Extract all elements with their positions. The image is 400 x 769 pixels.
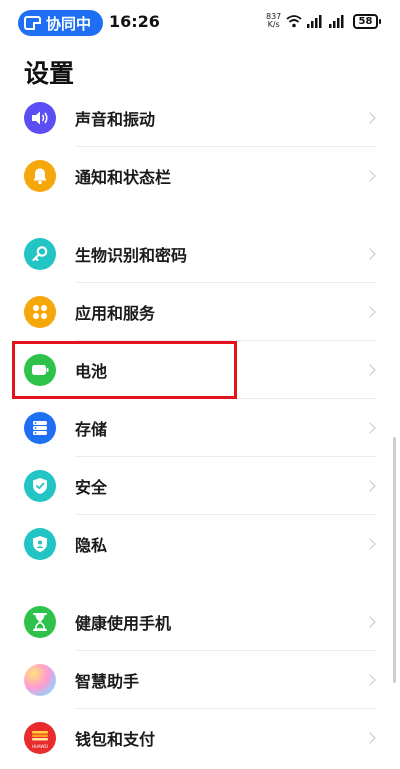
cast-icon [24, 16, 41, 30]
settings-item-biometrics-password[interactable]: 生物识别和密码 [0, 225, 400, 283]
shield-lock-icon [24, 528, 56, 560]
settings-item-sound-vibration[interactable]: 声音和振动 [0, 89, 400, 147]
chevron-right-icon [364, 170, 376, 182]
storage-icon [24, 412, 56, 444]
battery-indicator: 58 [353, 14, 381, 29]
settings-item-security[interactable]: 安全 [0, 457, 400, 515]
signal-icon [307, 15, 322, 28]
apps-grid-icon [24, 296, 56, 328]
wallet-icon: HUAWEI [24, 722, 56, 754]
scrollbar[interactable] [393, 437, 396, 683]
page-title: 设置 [24, 59, 75, 88]
chevron-right-icon [364, 538, 376, 550]
settings-item-apps-services[interactable]: 应用和服务 [0, 283, 400, 341]
highlight-box [12, 341, 237, 399]
hourglass-icon [24, 606, 56, 638]
settings-item-digital-balance[interactable]: 健康使用手机 [0, 593, 400, 651]
chevron-right-icon [364, 112, 376, 124]
settings-item-notifications[interactable]: 通知和状态栏 [0, 147, 400, 205]
settings-item-wallet-payment[interactable]: HUAWEI 钱包和支付 [0, 709, 400, 767]
status-time: 16:26 [109, 12, 160, 31]
settings-item-label: 应用和服务 [75, 304, 156, 323]
chevron-right-icon [364, 364, 376, 376]
collaboration-label: 协同中 [46, 14, 92, 33]
chevron-right-icon [364, 480, 376, 492]
chevron-right-icon [364, 616, 376, 628]
settings-item-label: 安全 [75, 478, 108, 497]
wifi-icon [286, 15, 302, 28]
settings-item-label: 钱包和支付 [75, 730, 156, 749]
chevron-right-icon [364, 422, 376, 434]
status-bar: 协同中 16:26 837 K/s 58 [0, 0, 400, 46]
settings-item-label: 通知和状态栏 [75, 168, 172, 187]
chevron-right-icon [364, 674, 376, 686]
key-icon [24, 238, 56, 270]
bell-icon [24, 160, 56, 192]
settings-item-storage[interactable]: 存储 [0, 399, 400, 457]
settings-item-label: 存储 [75, 420, 108, 439]
settings-item-smart-assistant[interactable]: 智慧助手 [0, 651, 400, 709]
net-speed: 837 K/s [266, 13, 281, 29]
chevron-right-icon [364, 248, 376, 260]
settings-item-label: 生物识别和密码 [75, 246, 188, 265]
chevron-right-icon [364, 306, 376, 318]
shield-check-icon [24, 470, 56, 502]
speaker-icon [24, 102, 56, 134]
settings-item-label: 声音和振动 [75, 110, 156, 129]
settings-item-label: 隐私 [75, 536, 108, 555]
assistant-orb-icon [24, 664, 56, 696]
settings-item-label: 健康使用手机 [75, 614, 172, 633]
signal-icon [329, 15, 344, 28]
settings-item-label: 智慧助手 [75, 672, 140, 691]
net-speed-unit: K/s [267, 20, 280, 29]
wallet-icon-text: HUAWEI [31, 744, 49, 749]
settings-item-privacy[interactable]: 隐私 [0, 515, 400, 573]
collaboration-pill[interactable]: 协同中 [18, 10, 103, 36]
chevron-right-icon [364, 732, 376, 744]
